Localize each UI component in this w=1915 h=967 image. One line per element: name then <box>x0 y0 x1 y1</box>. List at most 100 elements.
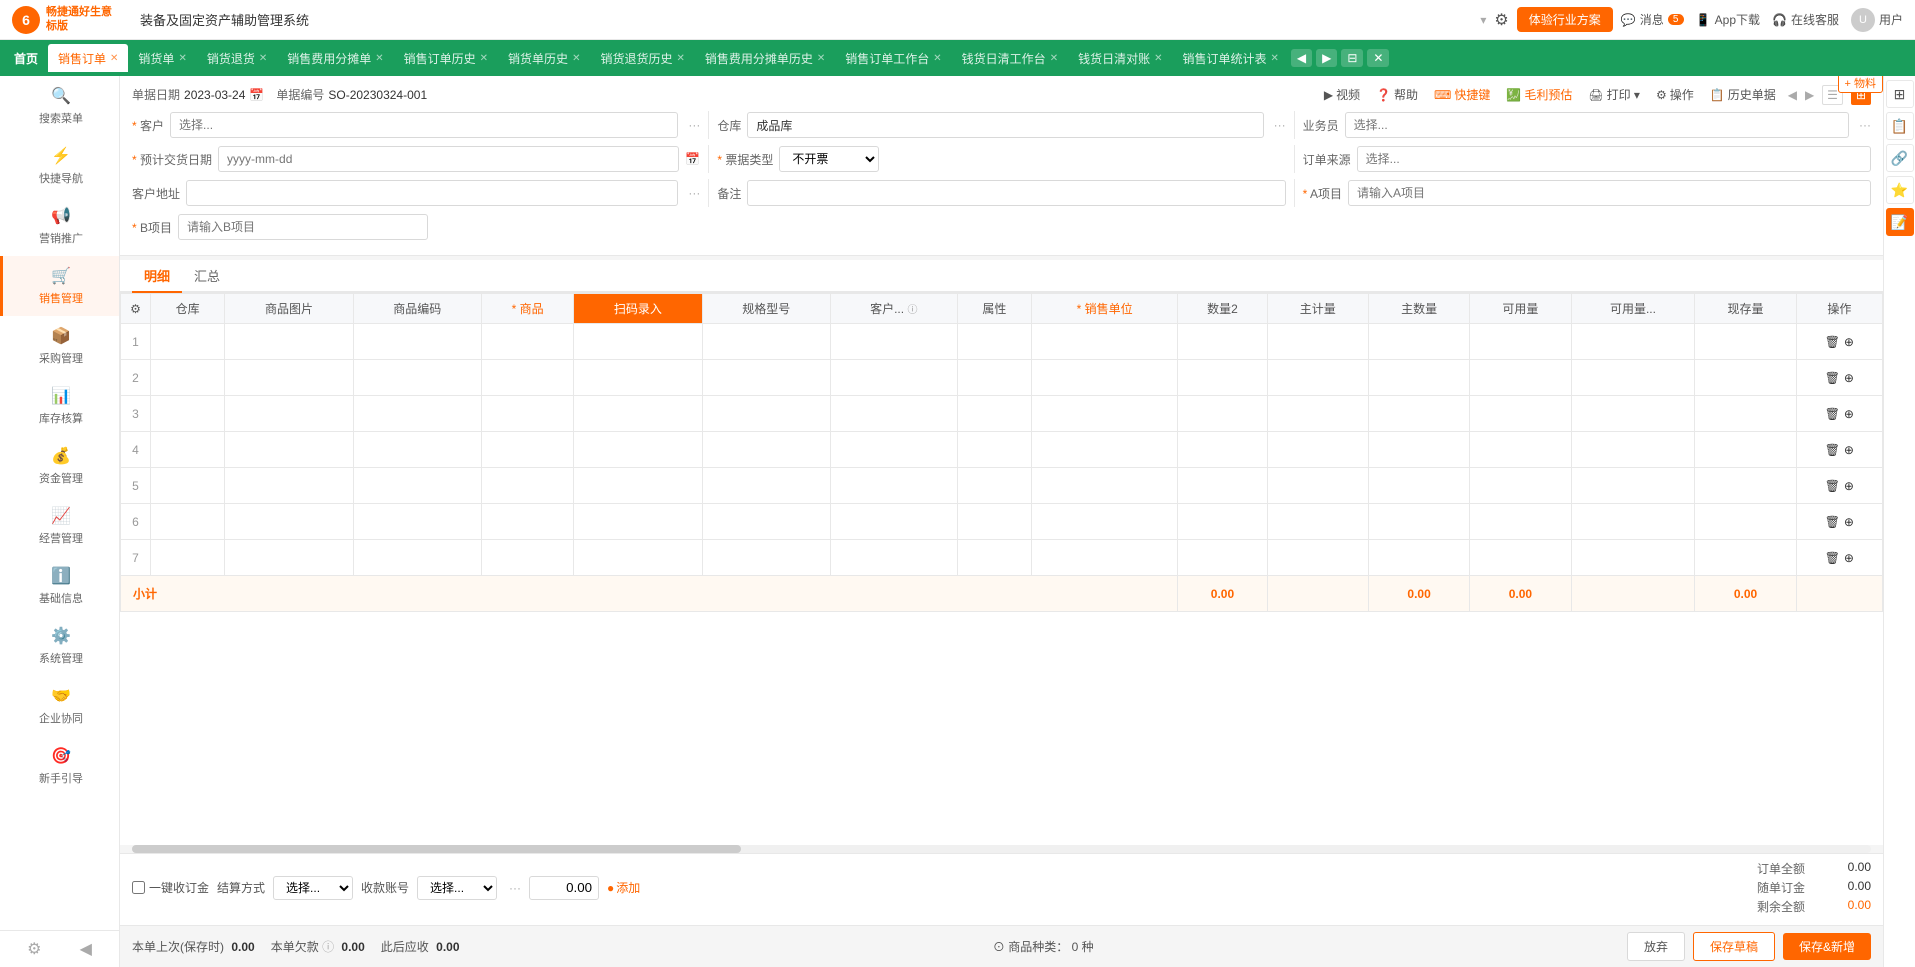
row-spec-3[interactable] <box>702 396 830 432</box>
row-unit-3[interactable] <box>1031 396 1177 432</box>
settle-method-select[interactable]: 选择... <box>273 876 353 900</box>
a-project-input[interactable] <box>1348 180 1871 206</box>
copy-icon[interactable]: ⊕ <box>1844 479 1854 493</box>
row-scan-3[interactable] <box>574 396 702 432</box>
delete-icon[interactable]: 🗑 <box>1825 443 1840 457</box>
tab-close-icon[interactable]: ✕ <box>110 53 118 64</box>
prev-record-btn[interactable]: ◀ <box>1788 88 1797 102</box>
row-customer-code-3[interactable] <box>830 396 957 432</box>
app-download-item[interactable]: 📱 App下载 <box>1696 11 1760 28</box>
right-panel-btn2[interactable]: 📋 <box>1886 112 1914 140</box>
row-code-3[interactable] <box>353 396 481 432</box>
row-scan-4[interactable] <box>574 432 702 468</box>
row-attr-3[interactable] <box>957 396 1031 432</box>
row-warehouse-2[interactable] <box>151 360 225 396</box>
tab-sales-expense[interactable]: 销售费用分摊单 ✕ <box>277 44 393 72</box>
operation-btn[interactable]: ⚙ 操作 <box>1652 84 1698 105</box>
tab-close-icon[interactable]: ✕ <box>572 53 580 64</box>
dropdown-icon[interactable]: ▾ <box>1480 13 1486 27</box>
row-warehouse-3[interactable] <box>151 396 225 432</box>
row-scan-2[interactable] <box>574 360 702 396</box>
copy-icon[interactable]: ⊕ <box>1844 551 1854 565</box>
add-payment-btn[interactable]: ● 添加 <box>607 879 640 896</box>
next-record-btn[interactable]: ▶ <box>1805 88 1814 102</box>
sidebar-item-management[interactable]: 📈 经营管理 <box>0 496 119 556</box>
tab-sales-return[interactable]: 销货退货 ✕ <box>197 44 277 72</box>
row-available2-4[interactable] <box>1571 432 1695 468</box>
sidebar-item-system[interactable]: ⚙️ 系统管理 <box>0 616 119 676</box>
address-more-icon[interactable]: ··· <box>688 186 700 200</box>
delivery-calendar-icon[interactable]: 📅 <box>685 152 700 166</box>
add-material-button[interactable]: + 物料 <box>1838 76 1883 93</box>
copy-icon[interactable]: ⊕ <box>1844 443 1854 457</box>
help-btn[interactable]: ❓ 帮助 <box>1372 84 1422 105</box>
tab-daily-reconcile[interactable]: 钱货日清对账 ✕ <box>1068 44 1172 72</box>
row-main-qty-7[interactable] <box>1368 540 1469 576</box>
row-unit-6[interactable] <box>1031 504 1177 540</box>
customer-input[interactable] <box>170 112 678 138</box>
row-current-stock-1[interactable] <box>1695 324 1796 360</box>
row-code-1[interactable] <box>353 324 481 360</box>
row-unit-1[interactable] <box>1031 324 1177 360</box>
row-code-6[interactable] <box>353 504 481 540</box>
row-attr-7[interactable] <box>957 540 1031 576</box>
account-select[interactable]: 选择... <box>417 876 497 900</box>
row-product-3[interactable] <box>481 396 573 432</box>
tab-sales-order-history[interactable]: 销售订单历史 ✕ <box>394 44 498 72</box>
row-main-unit-7[interactable] <box>1267 540 1368 576</box>
row-available-5[interactable] <box>1470 468 1571 504</box>
sidebar-item-guide[interactable]: 🎯 新手引导 <box>0 736 119 796</box>
discard-button[interactable]: 放弃 <box>1627 932 1685 961</box>
row-main-unit-6[interactable] <box>1267 504 1368 540</box>
sidebar-collapse-btn[interactable]: ◀ <box>80 939 92 959</box>
row-available-1[interactable] <box>1470 324 1571 360</box>
row-main-qty-4[interactable] <box>1368 432 1469 468</box>
tab-expense-history[interactable]: 销售费用分摊单历史 ✕ <box>695 44 835 72</box>
sidebar-item-marketing[interactable]: 📢 营销推广 <box>0 196 119 256</box>
copy-icon[interactable]: ⊕ <box>1844 335 1854 349</box>
delete-icon[interactable]: 🗑 <box>1825 335 1840 349</box>
row-scan-6[interactable] <box>574 504 702 540</box>
tab-detail[interactable]: 明细 <box>132 260 182 293</box>
row-main-qty-6[interactable] <box>1368 504 1469 540</box>
row-current-stock-4[interactable] <box>1695 432 1796 468</box>
tab-summary[interactable]: 汇总 <box>182 260 232 293</box>
history-btn[interactable]: 📋 历史单据 <box>1706 84 1780 105</box>
row-customer-code-4[interactable] <box>830 432 957 468</box>
tab-sales-bill[interactable]: 销货单 ✕ <box>128 44 196 72</box>
solution-button[interactable]: 体验行业方案 <box>1517 7 1613 32</box>
account-more-icon[interactable]: ··· <box>509 881 521 895</box>
tab-close-icon[interactable]: ✕ <box>933 53 941 64</box>
row-product-1[interactable] <box>481 324 573 360</box>
invoice-type-select[interactable]: 不开票 <box>779 146 879 172</box>
row-spec-2[interactable] <box>702 360 830 396</box>
tab-close-icon[interactable]: ✕ <box>676 53 684 64</box>
print-btn[interactable]: 🖨 打印 ▾ <box>1584 84 1644 105</box>
tab-return-history[interactable]: 销货退货历史 ✕ <box>590 44 694 72</box>
warehouse-input[interactable]: 成品库 <box>747 112 1263 138</box>
salesperson-input[interactable] <box>1345 112 1849 138</box>
row-qty2-5[interactable] <box>1178 468 1267 504</box>
sidebar-item-shortcut[interactable]: ⚡ 快捷导航 <box>0 136 119 196</box>
settle-checkbox[interactable] <box>132 881 145 894</box>
row-current-stock-6[interactable] <box>1695 504 1796 540</box>
remarks-input[interactable] <box>747 180 1285 206</box>
one-key-settle-checkbox[interactable]: 一键收订金 <box>132 879 209 896</box>
row-attr-6[interactable] <box>957 504 1031 540</box>
tab-close-icon[interactable]: ✕ <box>259 53 267 64</box>
row-spec-1[interactable] <box>702 324 830 360</box>
row-unit-7[interactable] <box>1031 540 1177 576</box>
right-panel-btn3[interactable]: 🔗 <box>1886 144 1914 172</box>
row-available2-6[interactable] <box>1571 504 1695 540</box>
tab-close-icon[interactable]: ✕ <box>178 53 186 64</box>
row-main-unit-5[interactable] <box>1267 468 1368 504</box>
customer-more-icon[interactable]: ··· <box>688 118 700 132</box>
row-available2-7[interactable] <box>1571 540 1695 576</box>
sidebar-item-search[interactable]: 🔍 搜索菜单 <box>0 76 119 136</box>
tab-sales-order[interactable]: 销售订单 ✕ <box>48 44 128 72</box>
row-scan-5[interactable] <box>574 468 702 504</box>
row-product-7[interactable] <box>481 540 573 576</box>
row-code-7[interactable] <box>353 540 481 576</box>
row-available-3[interactable] <box>1470 396 1571 432</box>
b-project-input[interactable] <box>178 214 428 240</box>
